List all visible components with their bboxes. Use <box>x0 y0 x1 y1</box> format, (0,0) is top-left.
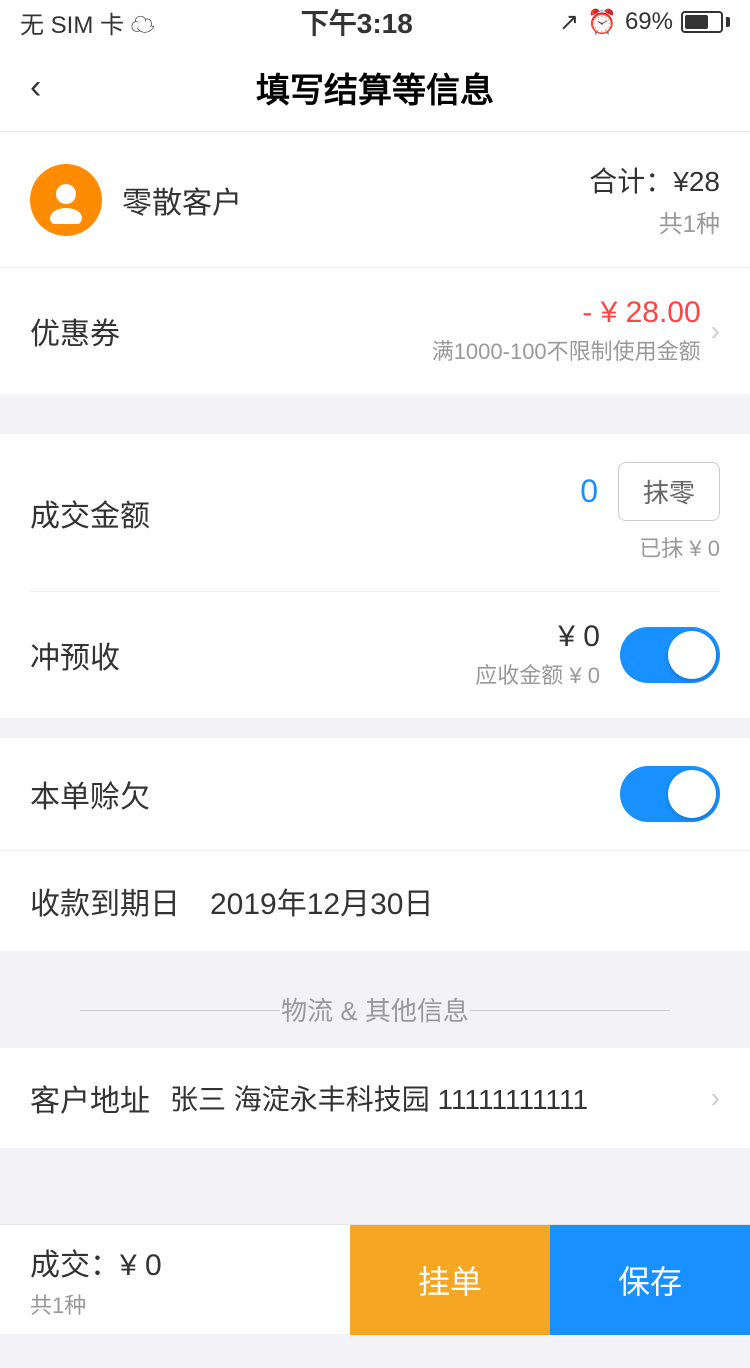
coupon-label: 优惠券 <box>30 309 120 353</box>
location-icon: ↗ <box>559 8 579 37</box>
save-button[interactable]: 保存 <box>550 1225 750 1335</box>
bottom-deal-row: 成交：¥ 0 <box>30 1240 320 1284</box>
coupon-right: - ¥ 28.00 满1000-100不限制使用金额 › <box>432 296 720 366</box>
prepay-info: ¥ 0 应收金额 ¥ 0 <box>475 620 600 690</box>
address-chevron-icon: › <box>711 1082 720 1114</box>
bottom-count: 共1种 <box>30 1288 320 1320</box>
debt-label: 本单赊欠 <box>30 772 150 816</box>
prepay-label: 冲预收 <box>30 633 120 677</box>
bottom-info: 成交：¥ 0 共1种 <box>0 1225 350 1334</box>
customer-name: 零散客户 <box>122 178 242 222</box>
pending-button[interactable]: 挂单 <box>350 1225 550 1335</box>
toggle-knob <box>668 631 716 679</box>
alarm-icon: ⏰ <box>587 8 617 37</box>
customer-count: 共1种 <box>589 204 720 239</box>
logistics-divider: 物流 & 其他信息 <box>0 971 750 1048</box>
customer-row: 零散客户 合计：¥28 共1种 <box>0 132 750 267</box>
logistics-label: 物流 & 其他信息 <box>281 996 469 1026</box>
address-left: 客户地址 张三 海淀永丰科技园 11111111111 <box>30 1076 588 1120</box>
coupon-row[interactable]: 优惠券 - ¥ 28.00 满1000-100不限制使用金额 › <box>0 267 750 394</box>
coupon-info: - ¥ 28.00 满1000-100不限制使用金额 <box>432 296 701 366</box>
customer-total: 合计：¥28 <box>589 160 720 200</box>
address-value: 张三 海淀永丰科技园 11111111111 <box>170 1078 588 1118</box>
due-date-value: 2019年12月30日 <box>210 879 433 923</box>
deal-amount-label: 成交金额 <box>30 491 150 535</box>
page-title: 填写结算等信息 <box>256 63 494 112</box>
bottom-bar: 成交：¥ 0 共1种 挂单 保存 <box>0 1224 750 1334</box>
debt-section: 本单赊欠 收款到期日 2019年12月30日 <box>0 738 750 951</box>
prepay-toggle[interactable] <box>620 627 720 683</box>
debt-toggle[interactable] <box>620 766 720 822</box>
avatar <box>30 164 102 236</box>
due-date-label: 收款到期日 <box>30 879 180 923</box>
status-time: 下午3:18 <box>301 2 413 42</box>
address-section: 客户地址 张三 海淀永丰科技园 11111111111 › <box>0 1048 750 1148</box>
address-label: 客户地址 <box>30 1076 150 1120</box>
customer-section: 零散客户 合计：¥28 共1种 优惠券 - ¥ 28.00 满1000-100不… <box>0 132 750 394</box>
prepay-sub: 应收金额 ¥ 0 <box>475 658 600 690</box>
status-left: 无 SIM 卡 ☁ <box>20 5 155 40</box>
status-bar: 无 SIM 卡 ☁ 下午3:18 ↗ ⏰ 69% <box>0 0 750 44</box>
amount-section: 成交金额 0 抹零 已抹 ¥ 0 冲预收 ¥ 0 应收金额 ¥ 0 <box>0 434 750 718</box>
customer-left: 零散客户 <box>30 164 242 236</box>
status-right: ↗ ⏰ 69% <box>559 8 730 37</box>
customer-right: 合计：¥28 共1种 <box>589 160 720 239</box>
bottom-deal-label: 成交： <box>30 1249 120 1282</box>
chevron-right-icon: › <box>711 315 720 347</box>
debt-row: 本单赊欠 <box>0 738 750 850</box>
battery-icon <box>681 11 730 33</box>
due-date-row: 收款到期日 2019年12月30日 <box>0 850 750 951</box>
battery-percent: 69% <box>625 8 673 36</box>
prepay-row: 冲预收 ¥ 0 应收金额 ¥ 0 <box>30 592 720 718</box>
bottom-deal-value: ¥ 0 <box>120 1249 162 1282</box>
round-button[interactable]: 抹零 <box>618 462 720 521</box>
deal-amount-row: 成交金额 0 抹零 已抹 ¥ 0 <box>30 434 720 592</box>
signal-text: 无 SIM 卡 ☁ <box>20 5 155 40</box>
coupon-amount: - ¥ 28.00 <box>432 296 701 330</box>
separator-1 <box>0 414 750 434</box>
deal-amount-sub: 已抹 ¥ 0 <box>639 531 720 563</box>
coupon-desc: 满1000-100不限制使用金额 <box>432 334 701 366</box>
nav-bar: ‹ 填写结算等信息 <box>0 44 750 132</box>
deal-amount-value: 0 <box>580 473 598 510</box>
back-button[interactable]: ‹ <box>30 68 41 107</box>
address-row[interactable]: 客户地址 张三 海淀永丰科技园 11111111111 › <box>0 1048 750 1148</box>
separator-2 <box>0 718 750 738</box>
debt-toggle-knob <box>668 770 716 818</box>
prepay-value: ¥ 0 <box>475 620 600 654</box>
